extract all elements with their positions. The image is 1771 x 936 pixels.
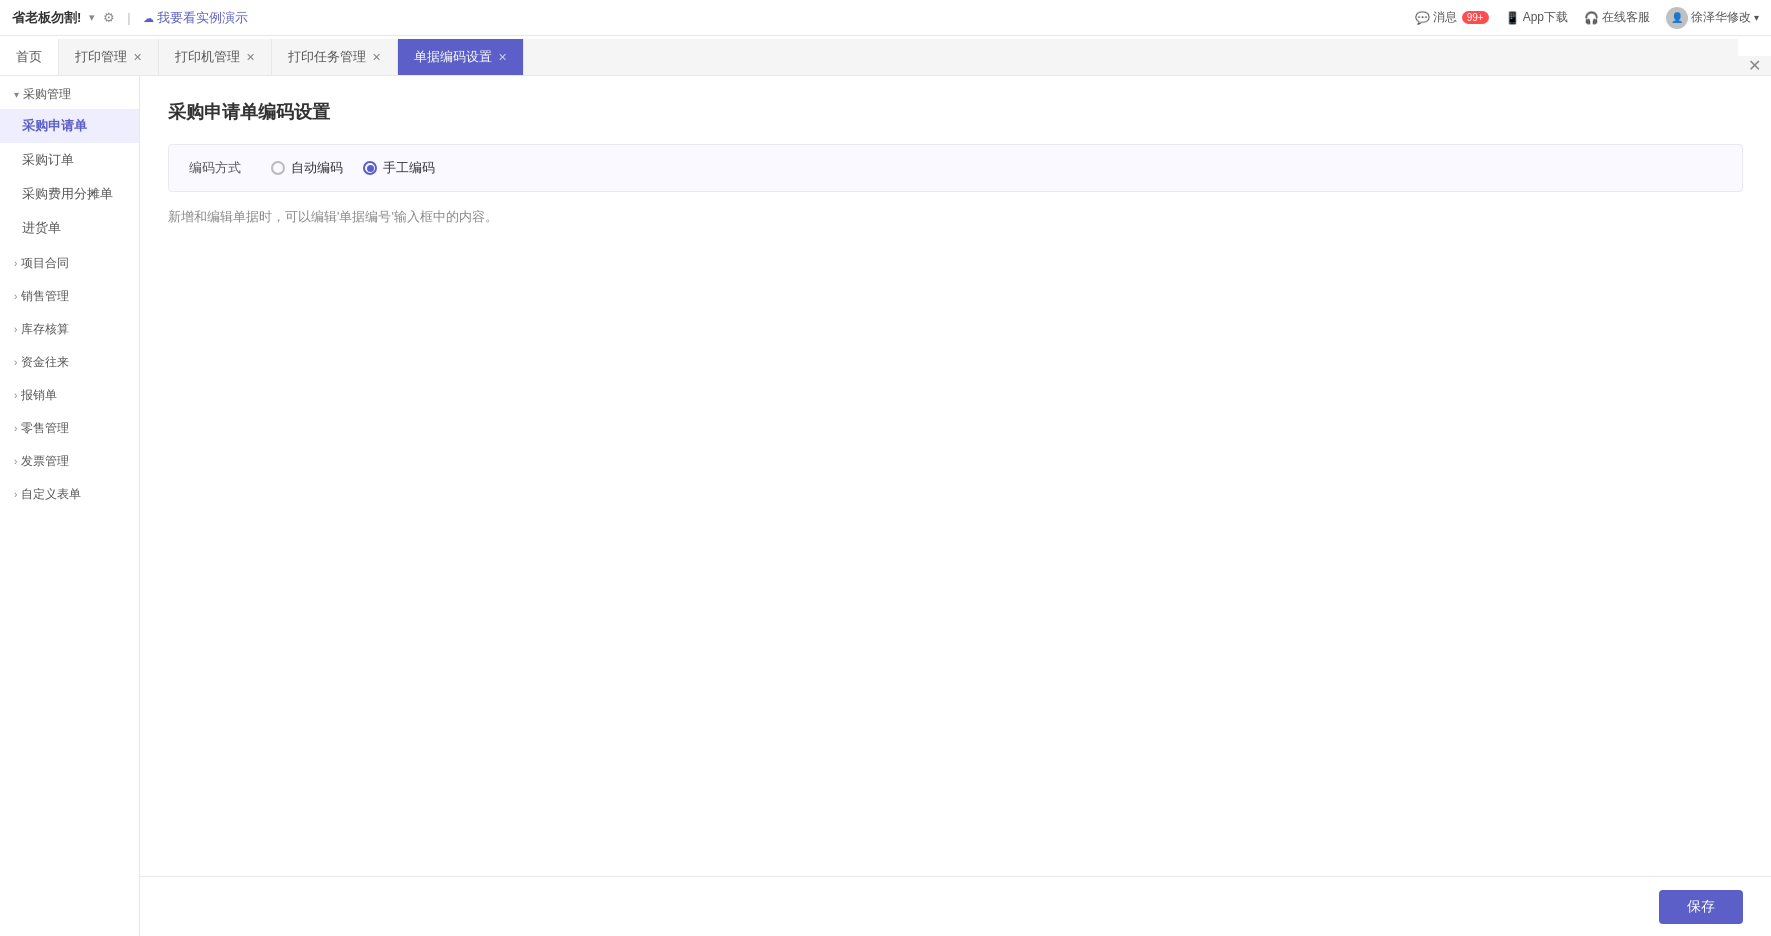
demo-link[interactable]: ☁ 我要看实例演示	[143, 9, 249, 27]
tab-close-print-task[interactable]: ✕	[372, 51, 381, 64]
hint-text: 新增和编辑单据时，可以编辑'单据编号'输入框中的内容。	[168, 208, 1743, 226]
arrow-right-icon: ›	[14, 324, 17, 335]
radio-manual-coding[interactable]: 手工编码	[363, 159, 435, 177]
avatar: 👤	[1666, 7, 1688, 29]
tab-close-print-mgmt[interactable]: ✕	[133, 51, 142, 64]
arrow-right-icon: ›	[14, 357, 17, 368]
arrow-right-icon: ›	[14, 291, 17, 302]
sidebar-item-purchase-goods[interactable]: 进货单	[0, 211, 139, 245]
arrow-right-icon: ›	[14, 456, 17, 467]
tab-home[interactable]: 首页	[0, 39, 59, 75]
message-btn[interactable]: 💬 消息 99+	[1415, 9, 1489, 26]
tab-close-printer-mgmt[interactable]: ✕	[246, 51, 255, 64]
top-bar-right: 💬 消息 99+ 📱 App下载 🎧 在线客服 👤 徐泽华修改 ▾	[1415, 7, 1759, 29]
arrow-down-icon: ▾	[14, 89, 19, 100]
sidebar-item-purchase-order[interactable]: 采购订单	[0, 143, 139, 177]
sidebar-group-inventory[interactable]: › 库存核算	[0, 311, 139, 344]
arrow-right-icon: ›	[14, 489, 17, 500]
tab-bar: 首页 打印管理 ✕ 打印机管理 ✕ 打印任务管理 ✕ 单据编码设置 ✕ ✕	[0, 36, 1771, 76]
arrow-right-icon: ›	[14, 258, 17, 269]
message-icon: 💬	[1415, 11, 1430, 25]
settings-icon[interactable]: ⚙	[103, 10, 115, 25]
top-bar-left: 省老板勿割! ▾ ⚙ | ☁ 我要看实例演示	[12, 9, 248, 27]
radio-label-manual: 手工编码	[383, 159, 435, 177]
save-button[interactable]: 保存	[1659, 890, 1743, 924]
radio-auto-coding[interactable]: 自动编码	[271, 159, 343, 177]
sidebar-item-purchase-request[interactable]: 采购申请单	[0, 109, 139, 143]
content-footer: 保存	[140, 876, 1771, 936]
content-area: 采购申请单编码设置 编码方式 自动编码 手工编码	[140, 76, 1771, 936]
coding-method-label: 编码方式	[189, 159, 241, 177]
tab-printer-mgmt[interactable]: 打印机管理 ✕	[159, 39, 272, 75]
headset-icon: 🎧	[1584, 11, 1599, 25]
radio-group-coding: 自动编码 手工编码	[271, 159, 435, 177]
radio-inner-manual	[367, 165, 374, 172]
message-badge: 99+	[1462, 11, 1489, 24]
app-icon: 📱	[1505, 11, 1520, 25]
chevron-down-icon: ▾	[1754, 12, 1759, 23]
coding-section: 编码方式 自动编码 手工编码	[168, 144, 1743, 192]
sidebar-group-custom-forms[interactable]: › 自定义表单	[0, 476, 139, 509]
chevron-down-icon[interactable]: ▾	[89, 11, 95, 24]
sidebar-group-invoice[interactable]: › 发票管理	[0, 443, 139, 476]
main-layout: ▾ 采购管理 采购申请单 采购订单 采购费用分摊单 进货单 › 项目合同 › 销…	[0, 76, 1771, 936]
sidebar: ▾ 采购管理 采购申请单 采购订单 采购费用分摊单 进货单 › 项目合同 › 销…	[0, 76, 140, 936]
content-body: 采购申请单编码设置 编码方式 自动编码 手工编码	[140, 76, 1771, 876]
tab-print-mgmt[interactable]: 打印管理 ✕	[59, 39, 159, 75]
radio-circle-auto	[271, 161, 285, 175]
tab-close-single-code[interactable]: ✕	[498, 51, 507, 64]
page-title: 采购申请单编码设置	[168, 100, 1743, 124]
sidebar-group-retail[interactable]: › 零售管理	[0, 410, 139, 443]
tab-print-task-mgmt[interactable]: 打印任务管理 ✕	[272, 39, 398, 75]
sidebar-group-capital[interactable]: › 资金往来	[0, 344, 139, 377]
tab-single-code-settings[interactable]: 单据编码设置 ✕	[398, 39, 524, 75]
app-download-btn[interactable]: 📱 App下载	[1505, 9, 1568, 26]
sidebar-item-purchase-expense[interactable]: 采购费用分摊单	[0, 177, 139, 211]
sidebar-group-returns[interactable]: › 报销单	[0, 377, 139, 410]
close-panel-btn[interactable]: ✕	[1748, 56, 1761, 75]
top-bar: 省老板勿割! ▾ ⚙ | ☁ 我要看实例演示 💬 消息 99+ 📱 App下载 …	[0, 0, 1771, 36]
radio-label-auto: 自动编码	[291, 159, 343, 177]
sidebar-group-purchase[interactable]: ▾ 采购管理	[0, 76, 139, 109]
radio-circle-manual	[363, 161, 377, 175]
site-title: 省老板勿割!	[12, 9, 81, 27]
online-service-btn[interactable]: 🎧 在线客服	[1584, 9, 1650, 26]
sidebar-group-sales[interactable]: › 销售管理	[0, 278, 139, 311]
user-menu[interactable]: 👤 徐泽华修改 ▾	[1666, 7, 1759, 29]
arrow-right-icon: ›	[14, 423, 17, 434]
sidebar-group-project[interactable]: › 项目合同	[0, 245, 139, 278]
arrow-right-icon: ›	[14, 390, 17, 401]
